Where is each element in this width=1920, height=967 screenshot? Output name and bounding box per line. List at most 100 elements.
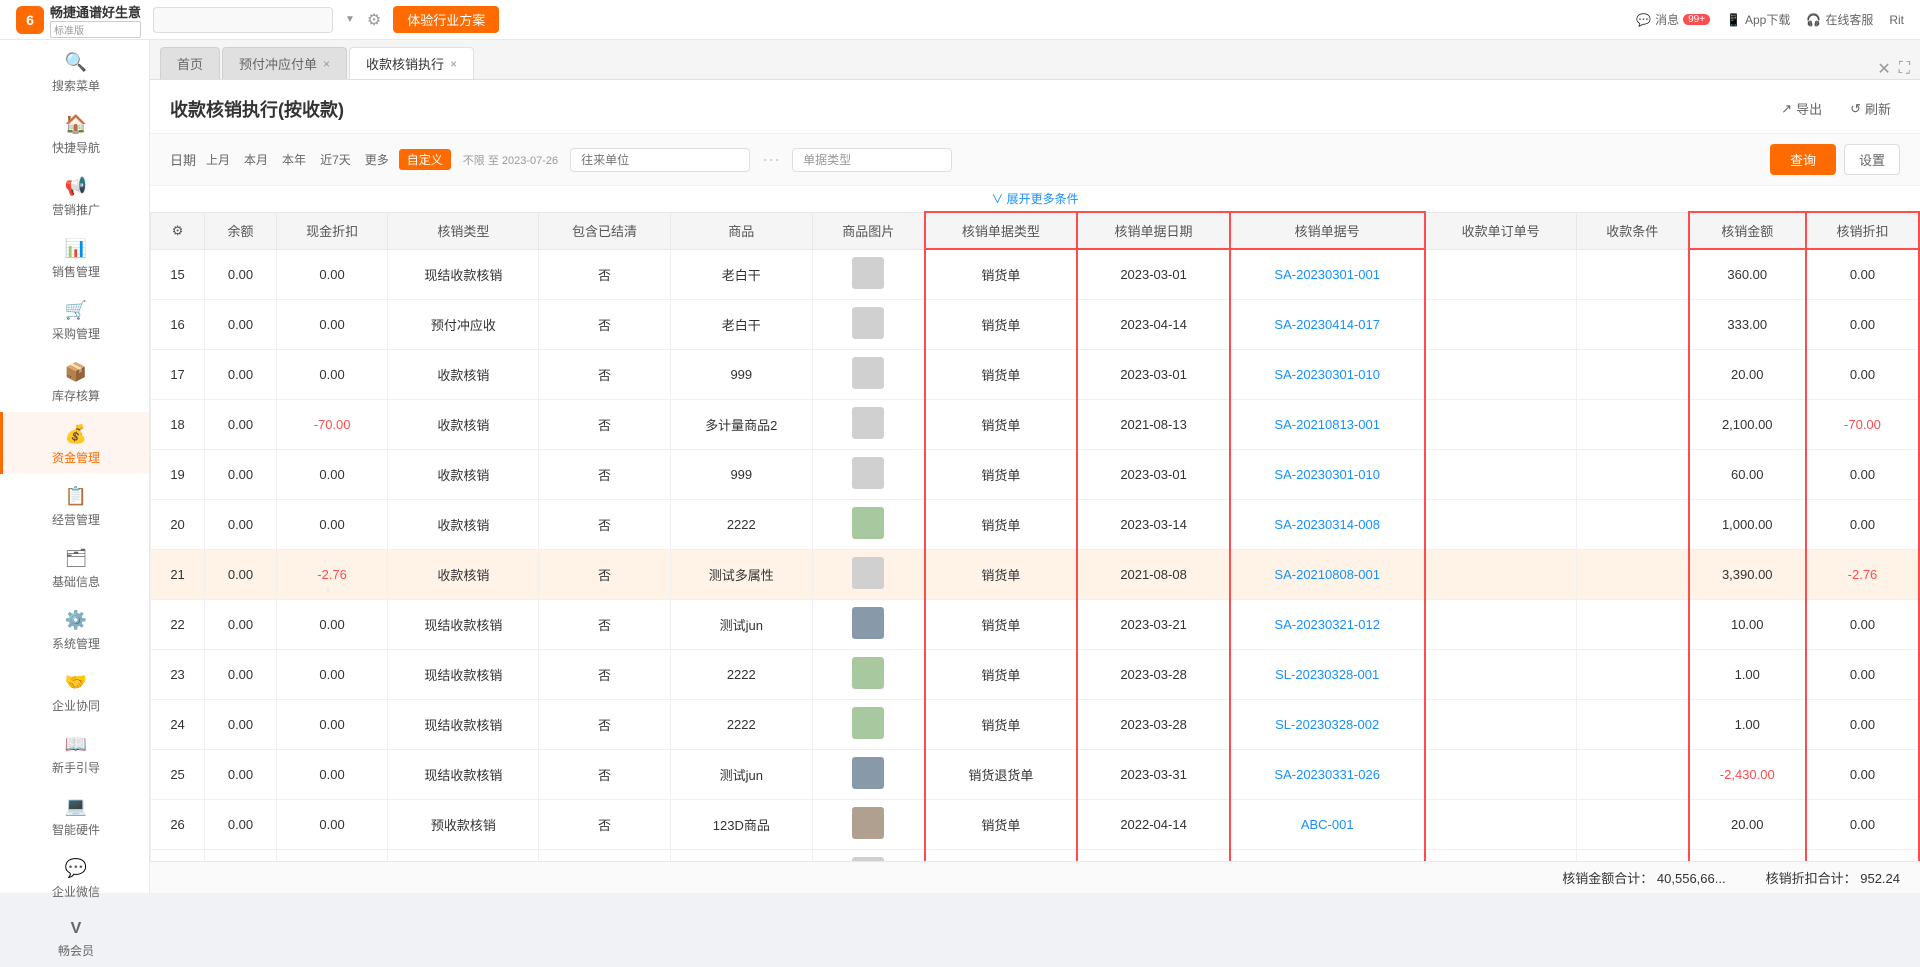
sidebar-item-hardware[interactable]: 💻 智能硬件: [0, 784, 149, 846]
bill-no-link[interactable]: SA-20230414-017: [1274, 317, 1380, 332]
guide-icon: 📖: [65, 734, 87, 755]
sidebar-item-guide[interactable]: 📖 新手引导: [0, 722, 149, 784]
sidebar-item-basic-info[interactable]: 🗂 基础信息: [0, 536, 149, 598]
data-table: ⚙ 余额 现金折扣 核销类型 包含已结清 商品 商品图片 核销单据类型 核销单据…: [150, 211, 1920, 861]
notification-item[interactable]: 💬 消息 99+: [1636, 11, 1710, 28]
app-download-item[interactable]: 📱 App下载: [1726, 11, 1790, 28]
search-input[interactable]: [153, 7, 333, 33]
tab-prepaid[interactable]: 预付冲应付单 ×: [222, 47, 347, 79]
col-header-bill-date: 核销单据日期: [1077, 212, 1230, 249]
app-icon: 📱: [1726, 13, 1741, 27]
sidebar-item-inventory[interactable]: 📦 库存核算: [0, 350, 149, 412]
top-bar-left: 6 畅捷通谱好生意 标准版 ▼ ⚙ 体验行业方案: [16, 2, 499, 38]
sidebar-item-search[interactable]: 🔍 搜索菜单: [0, 40, 149, 102]
maximize-icon[interactable]: ⛶: [1899, 60, 1910, 78]
cell-id: 24: [151, 699, 205, 749]
gear-icon[interactable]: ⚙: [172, 223, 184, 238]
bill-no-link[interactable]: SL-20230328-001: [1275, 667, 1379, 682]
cell-amount: 10.00: [1689, 599, 1806, 649]
online-service-label: 在线客服: [1825, 11, 1873, 28]
bill-no-link[interactable]: SA-20210813-001: [1274, 417, 1380, 432]
date-btn-this-year[interactable]: 本年: [278, 149, 310, 170]
cell-bill-no: SA-20230321-012: [1230, 599, 1425, 649]
sidebar-item-marketing[interactable]: 📢 营销推广: [0, 164, 149, 226]
bill-no-link[interactable]: SA-20230314-008: [1274, 517, 1380, 532]
cell-recv-cond: [1576, 399, 1688, 449]
table-row: 22 0.00 0.00 现结收款核销 否 测试jun 销货单 2023-03-…: [151, 599, 1920, 649]
refresh-label: 刷新: [1865, 99, 1891, 118]
total-amount-value: 40,556,66...: [1657, 871, 1726, 886]
date-btn-this-month[interactable]: 本月: [240, 149, 272, 170]
sidebar-item-wechat[interactable]: 💬 企业微信: [0, 846, 149, 908]
cell-discount: 0.00: [1806, 449, 1919, 499]
custom-date-btn[interactable]: 自定义: [399, 149, 451, 170]
date-btn-last-month[interactable]: 上月: [202, 149, 234, 170]
online-service-item[interactable]: 🎧 在线客服: [1806, 11, 1873, 28]
operations-icon: 📋: [65, 486, 87, 507]
expand-bar[interactable]: ∨ 展开更多条件: [150, 186, 1920, 211]
bill-no-link[interactable]: SA-20230321-012: [1274, 617, 1380, 632]
cell-type: 预收款核销: [388, 799, 539, 849]
tab-home[interactable]: 首页: [160, 47, 220, 79]
bill-no-link[interactable]: SA-20210808-001: [1274, 567, 1380, 582]
refresh-btn[interactable]: ↺ 刷新: [1841, 94, 1900, 123]
bill-type-select[interactable]: 单据类型: [792, 148, 952, 172]
cell-bill-no: SL-20230328-001: [1230, 649, 1425, 699]
trial-btn[interactable]: 体验行业方案: [393, 6, 499, 33]
sidebar-item-purchase[interactable]: 🛒 采购管理: [0, 288, 149, 350]
sidebar-label-guide: 新手引导: [52, 759, 100, 776]
tab-receivable-close[interactable]: ×: [450, 57, 457, 71]
date-btn-more[interactable]: 更多: [361, 149, 393, 170]
sidebar-item-system[interactable]: ⚙️ 系统管理: [0, 598, 149, 660]
col-header-gear: ⚙: [151, 212, 205, 249]
user-info[interactable]: Rit: [1889, 13, 1904, 27]
cell-type: 收款核销: [388, 349, 539, 399]
cell-goods: 2222: [670, 499, 812, 549]
sidebar-item-operations[interactable]: 📋 经营管理: [0, 474, 149, 536]
bill-no-link[interactable]: SA-20230301-010: [1274, 467, 1380, 482]
sidebar-label-basic-info: 基础信息: [52, 573, 100, 590]
cell-bill-type: 销货单: [925, 849, 1078, 861]
sidebar-label-hardware: 智能硬件: [52, 821, 100, 838]
table-row: 16 0.00 0.00 预付冲应收 否 老白干 销货单 2023-04-14 …: [151, 299, 1920, 349]
tab-receivable[interactable]: 收款核销执行 ×: [349, 47, 474, 79]
sidebar-item-sales[interactable]: 📊 销售管理: [0, 226, 149, 288]
cell-bill-type: 销货单: [925, 399, 1078, 449]
brand-info: 畅捷通谱好生意 标准版: [50, 2, 141, 38]
query-btn[interactable]: 查询: [1770, 144, 1836, 175]
cell-included: 否: [539, 649, 670, 699]
cell-cash-discount: 0.00: [276, 799, 387, 849]
bill-no-link[interactable]: ABC-001: [1301, 817, 1354, 832]
bill-no-link[interactable]: SA-20230331-026: [1274, 767, 1380, 782]
table-wrapper[interactable]: ⚙ 余额 现金折扣 核销类型 包含已结清 商品 商品图片 核销单据类型 核销单据…: [150, 211, 1920, 861]
search-menu-icon: 🔍: [65, 52, 87, 73]
sidebar-item-finance[interactable]: 💰 资金管理: [0, 412, 149, 474]
sidebar-label-wechat: 企业微信: [52, 883, 100, 900]
cell-goods: 999: [670, 349, 812, 399]
cell-bill-date: 2023-03-28: [1077, 649, 1230, 699]
cell-amount: 333.00: [1689, 299, 1806, 349]
cell-bill-type: 销货单: [925, 699, 1078, 749]
cell-recv-cond: [1576, 449, 1688, 499]
close-all-icon[interactable]: ✕: [1877, 59, 1890, 79]
filter-settings-btn[interactable]: 设置: [1844, 144, 1900, 175]
cell-bill-type: 销货退货单: [925, 749, 1078, 799]
sidebar-item-collab[interactable]: 🤝 企业协同: [0, 660, 149, 722]
dropdown-arrow-icon[interactable]: ▼: [345, 14, 355, 25]
bill-no-link[interactable]: SA-20230301-001: [1274, 267, 1380, 282]
bill-no-link[interactable]: SL-20230328-002: [1275, 717, 1379, 732]
date-btn-7days[interactable]: 近7天: [316, 149, 355, 170]
table-row: 17 0.00 0.00 收款核销 否 999 销货单 2023-03-01 S…: [151, 349, 1920, 399]
expand-label: 展开更多条件: [1007, 192, 1079, 206]
export-btn[interactable]: ↗ 导出: [1772, 94, 1831, 123]
sidebar-item-quick-nav[interactable]: 🏠 快捷导航: [0, 102, 149, 164]
cell-cash-discount: 0.00: [276, 699, 387, 749]
settings-icon[interactable]: ⚙: [367, 10, 381, 30]
sidebar-item-member[interactable]: V 畅会员: [0, 908, 149, 967]
col-header-recv-cond: 收款条件: [1576, 212, 1688, 249]
cell-goods-img: [812, 799, 924, 849]
cell-id: 26: [151, 799, 205, 849]
from-unit-input[interactable]: [570, 148, 750, 172]
tab-prepaid-close[interactable]: ×: [323, 57, 330, 71]
bill-no-link[interactable]: SA-20230301-010: [1274, 367, 1380, 382]
